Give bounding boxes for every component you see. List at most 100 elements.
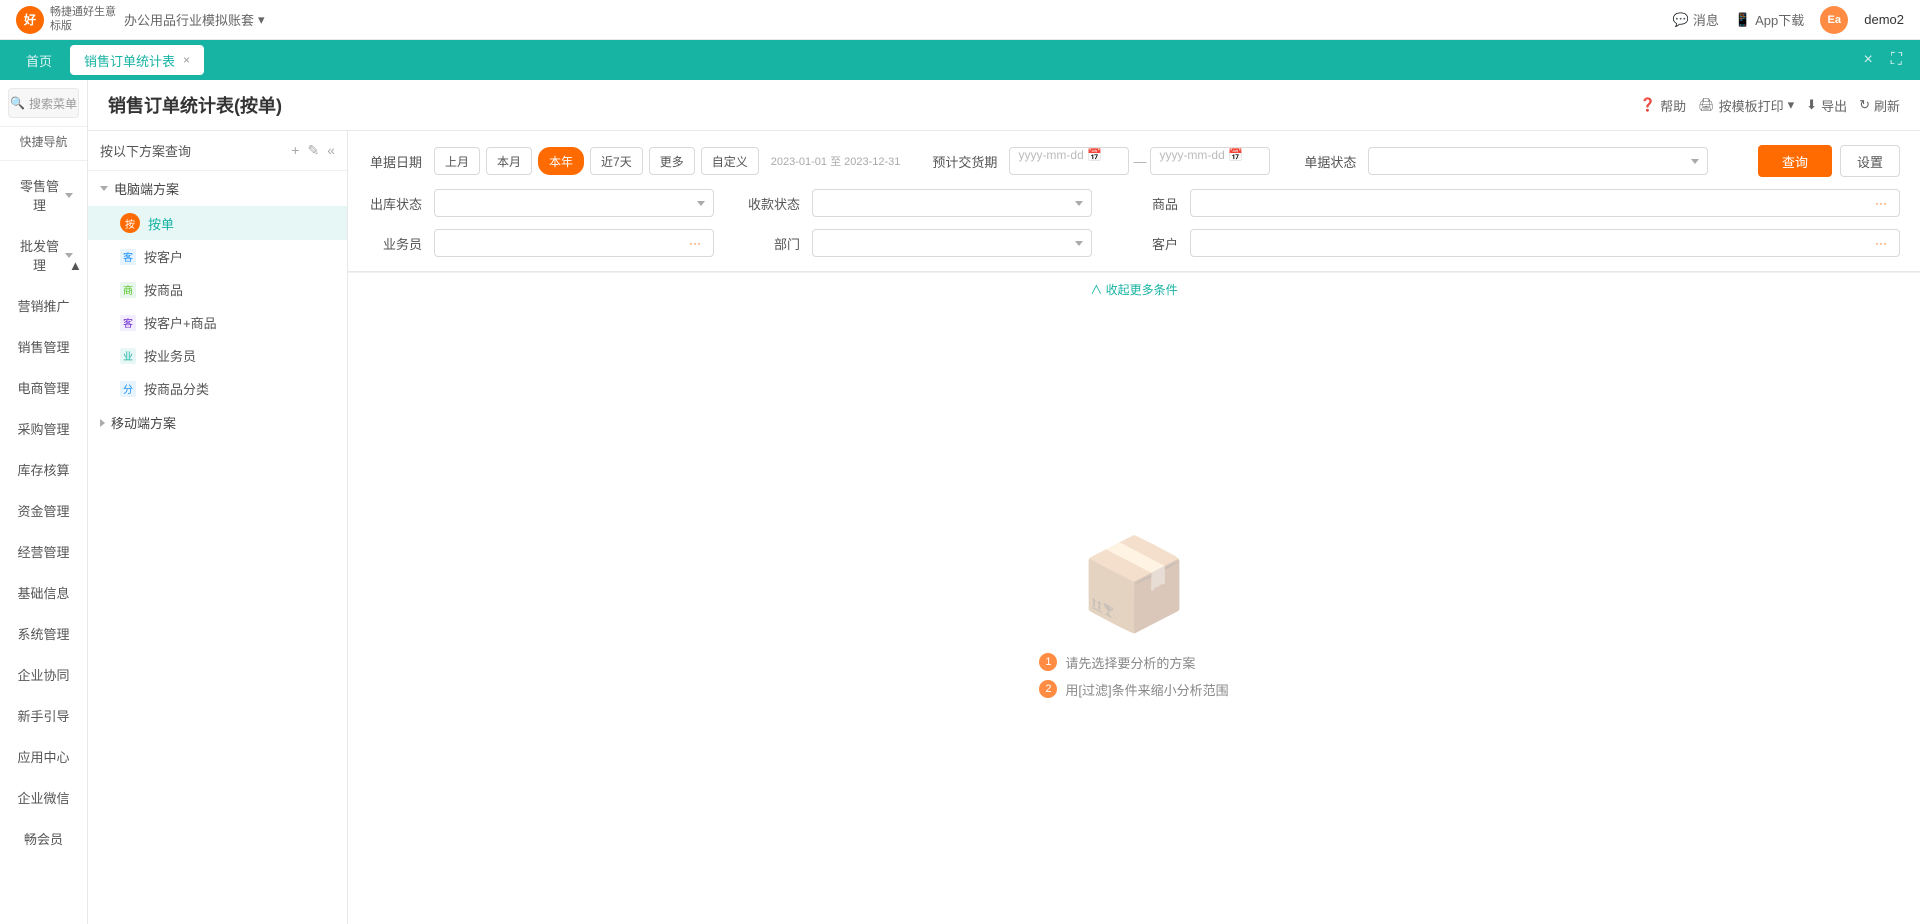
custom-date-button[interactable]: 自定义 — [701, 147, 759, 175]
refresh-icon: ↻ — [1859, 97, 1870, 113]
goods-select[interactable]: ··· — [1190, 189, 1900, 217]
payment-status-select[interactable] — [812, 189, 1092, 217]
date-quick-buttons: 上月 本月 本年 近7天 更多 自定义 — [434, 147, 759, 175]
scheme-group-mobile-header[interactable]: 移动端方案 — [88, 405, 347, 440]
sidebar-item-member[interactable]: 畅会员 — [4, 819, 83, 858]
help-icon: ❓ — [1640, 97, 1656, 113]
goods-more-icon[interactable]: ··· — [1871, 196, 1891, 210]
search-menu-button[interactable]: 🔍 搜索菜单 — [8, 88, 79, 118]
tab-bar-controls: × ⛶ — [1857, 49, 1908, 71]
filter-row-1: 单据日期 上月 本月 本年 近7天 更多 自定义 2023-01-01 至 20… — [368, 145, 1900, 177]
logo-area[interactable]: 好 畅捷通好生意 标版 — [16, 6, 116, 34]
scheme-item-by-category[interactable]: 分 按商品分类 — [88, 372, 347, 405]
salesperson-more-icon[interactable]: ··· — [685, 236, 705, 250]
scheme-item-by-customer-product[interactable]: 客 按客户+商品 — [88, 306, 347, 339]
help-button[interactable]: ❓ 帮助 — [1640, 96, 1686, 115]
more-dates-button[interactable]: 更多 — [649, 147, 695, 175]
chevron-up-icon: ▲ — [65, 253, 73, 258]
print-button[interactable]: 🖨 按模板打印 ▾ — [1698, 96, 1794, 115]
tab-close-icon[interactable]: × — [183, 53, 190, 67]
expected-date-start[interactable]: yyyy-mm-dd 📅 — [1009, 147, 1129, 175]
top-bar-title[interactable]: 办公用品行业模拟账套 ▾ — [124, 10, 265, 29]
hint-number-2: 2 — [1039, 680, 1057, 698]
refresh-button[interactable]: ↻ 刷新 — [1859, 96, 1900, 115]
username-label[interactable]: demo2 — [1864, 12, 1904, 27]
scheme-group-mobile: 移动端方案 — [88, 405, 347, 440]
payment-status-label: 收款状态 — [746, 194, 800, 213]
setting-button[interactable]: 设置 — [1840, 145, 1900, 177]
query-button[interactable]: 查询 — [1758, 145, 1832, 177]
sidebar-item-enterprise[interactable]: 企业协同 — [4, 655, 83, 694]
expected-date-inputs: yyyy-mm-dd 📅 — yyyy-mm-dd 📅 — [1009, 147, 1270, 175]
sidebar-item-purchase[interactable]: 采购管理 — [4, 409, 83, 448]
customer-select[interactable]: ··· — [1190, 229, 1900, 257]
tab-close-all-button[interactable]: × — [1857, 49, 1878, 71]
print-dropdown-icon: ▾ — [1788, 97, 1795, 113]
sidebar-item-system[interactable]: 系统管理 — [4, 614, 83, 653]
sidebar-item-apps[interactable]: 应用中心 — [4, 737, 83, 776]
scheme-item-by-customer[interactable]: 客 按客户 — [88, 240, 347, 273]
quick-nav-button[interactable]: 快捷导航 — [0, 127, 87, 156]
salesperson-label: 业务员 — [368, 234, 422, 253]
app-download-button[interactable]: 📱 App下载 — [1735, 10, 1804, 29]
sidebar-item-inventory[interactable]: 库存核算 — [4, 450, 83, 489]
customer-more-icon[interactable]: ··· — [1871, 236, 1891, 250]
select-arrow-icon — [1691, 159, 1699, 164]
this-year-button[interactable]: 本年 — [538, 147, 584, 175]
content-area: 销售订单统计表(按单) ❓ 帮助 🖨 按模板打印 ▾ ⬇ 导出 ↻ 刷新 — [88, 80, 1920, 924]
scheme-group-pc-header[interactable]: 电脑端方案 — [88, 171, 347, 206]
hint-number-1: 1 — [1039, 653, 1057, 671]
last-7-days-button[interactable]: 近7天 — [590, 147, 643, 175]
scheme-item-by-order[interactable]: 按 按单 — [88, 206, 347, 240]
doc-status-label: 单据状态 — [1302, 152, 1356, 171]
expected-date-end[interactable]: yyyy-mm-dd 📅 — [1150, 147, 1270, 175]
message-icon: 💬 — [1673, 12, 1689, 28]
doc-status-select[interactable] — [1368, 147, 1708, 175]
sidebar-search: 🔍 搜索菜单 — [0, 80, 87, 127]
sidebar-item-newbie[interactable]: 新手引导 — [4, 696, 83, 735]
message-button[interactable]: 💬 消息 — [1673, 10, 1719, 29]
scheme-item-by-product[interactable]: 商 按商品 — [88, 273, 347, 306]
tab-maximize-button[interactable]: ⛶ — [1885, 49, 1908, 71]
scheme-icon-customer: 客 — [120, 249, 136, 265]
sidebar: 🔍 搜索菜单 快捷导航 零售管理 批发管理 ▲ 营销推广 销售管理 电商管理 采… — [0, 80, 88, 924]
top-bar: 好 畅捷通好生意 标版 办公用品行业模拟账套 ▾ 💬 消息 📱 App下载 Ea… — [0, 0, 1920, 40]
sidebar-item-sales[interactable]: 销售管理 — [4, 327, 83, 366]
export-button[interactable]: ⬇ 导出 — [1806, 96, 1847, 115]
sidebar-item-marketing[interactable]: 营销推广 — [4, 286, 83, 325]
filter-area: 单据日期 上月 本月 本年 近7天 更多 自定义 2023-01-01 至 20… — [348, 131, 1920, 272]
export-icon: ⬇ — [1806, 97, 1817, 113]
expand-icon — [100, 186, 108, 191]
calendar-end-icon: 📅 — [1228, 148, 1243, 162]
scheme-item-by-salesperson[interactable]: 业 按业务员 — [88, 339, 347, 372]
search-icon: 🔍 — [10, 96, 25, 110]
sidebar-item-operations[interactable]: 经营管理 — [4, 532, 83, 571]
user-avatar[interactable]: Ea — [1820, 6, 1848, 34]
last-month-button[interactable]: 上月 — [434, 147, 480, 175]
query-setting-buttons: 查询 设置 — [1758, 145, 1900, 177]
logo-icon: 好 — [16, 6, 44, 34]
sidebar-item-wechat[interactable]: 企业微信 — [4, 778, 83, 817]
tab-sales-stats[interactable]: 销售订单统计表 × — [70, 45, 204, 75]
edit-scheme-button[interactable]: ✎ — [307, 142, 319, 159]
add-scheme-button[interactable]: + — [291, 142, 299, 159]
sidebar-item-retail[interactable]: 零售管理 — [4, 166, 83, 224]
sidebar-item-wholesale[interactable]: 批发管理 ▲ — [4, 226, 83, 284]
date-range-display: 2023-01-01 至 2023-12-31 — [771, 153, 901, 169]
sidebar-item-basic[interactable]: 基础信息 — [4, 573, 83, 612]
right-panel: 单据日期 上月 本月 本年 近7天 更多 自定义 2023-01-01 至 20… — [348, 131, 1920, 924]
collapse-panel-button[interactable]: « — [327, 142, 335, 159]
collapse-bar[interactable]: ∧ 收起更多条件 — [348, 272, 1920, 306]
this-month-button[interactable]: 本月 — [486, 147, 532, 175]
dept-select[interactable] — [812, 229, 1092, 257]
salesperson-select[interactable]: ··· — [434, 229, 714, 257]
collapsed-icon — [100, 419, 105, 427]
tab-home[interactable]: 首页 — [12, 45, 66, 75]
sidebar-item-finance[interactable]: 资金管理 — [4, 491, 83, 530]
sidebar-item-ecommerce[interactable]: 电商管理 — [4, 368, 83, 407]
scheme-icon-cust-prod: 客 — [120, 315, 136, 331]
delivery-select-arrow — [697, 201, 705, 206]
delivery-status-label: 出库状态 — [368, 194, 422, 213]
main-layout: 🔍 搜索菜单 快捷导航 零售管理 批发管理 ▲ 营销推广 销售管理 电商管理 采… — [0, 80, 1920, 924]
delivery-status-select[interactable] — [434, 189, 714, 217]
